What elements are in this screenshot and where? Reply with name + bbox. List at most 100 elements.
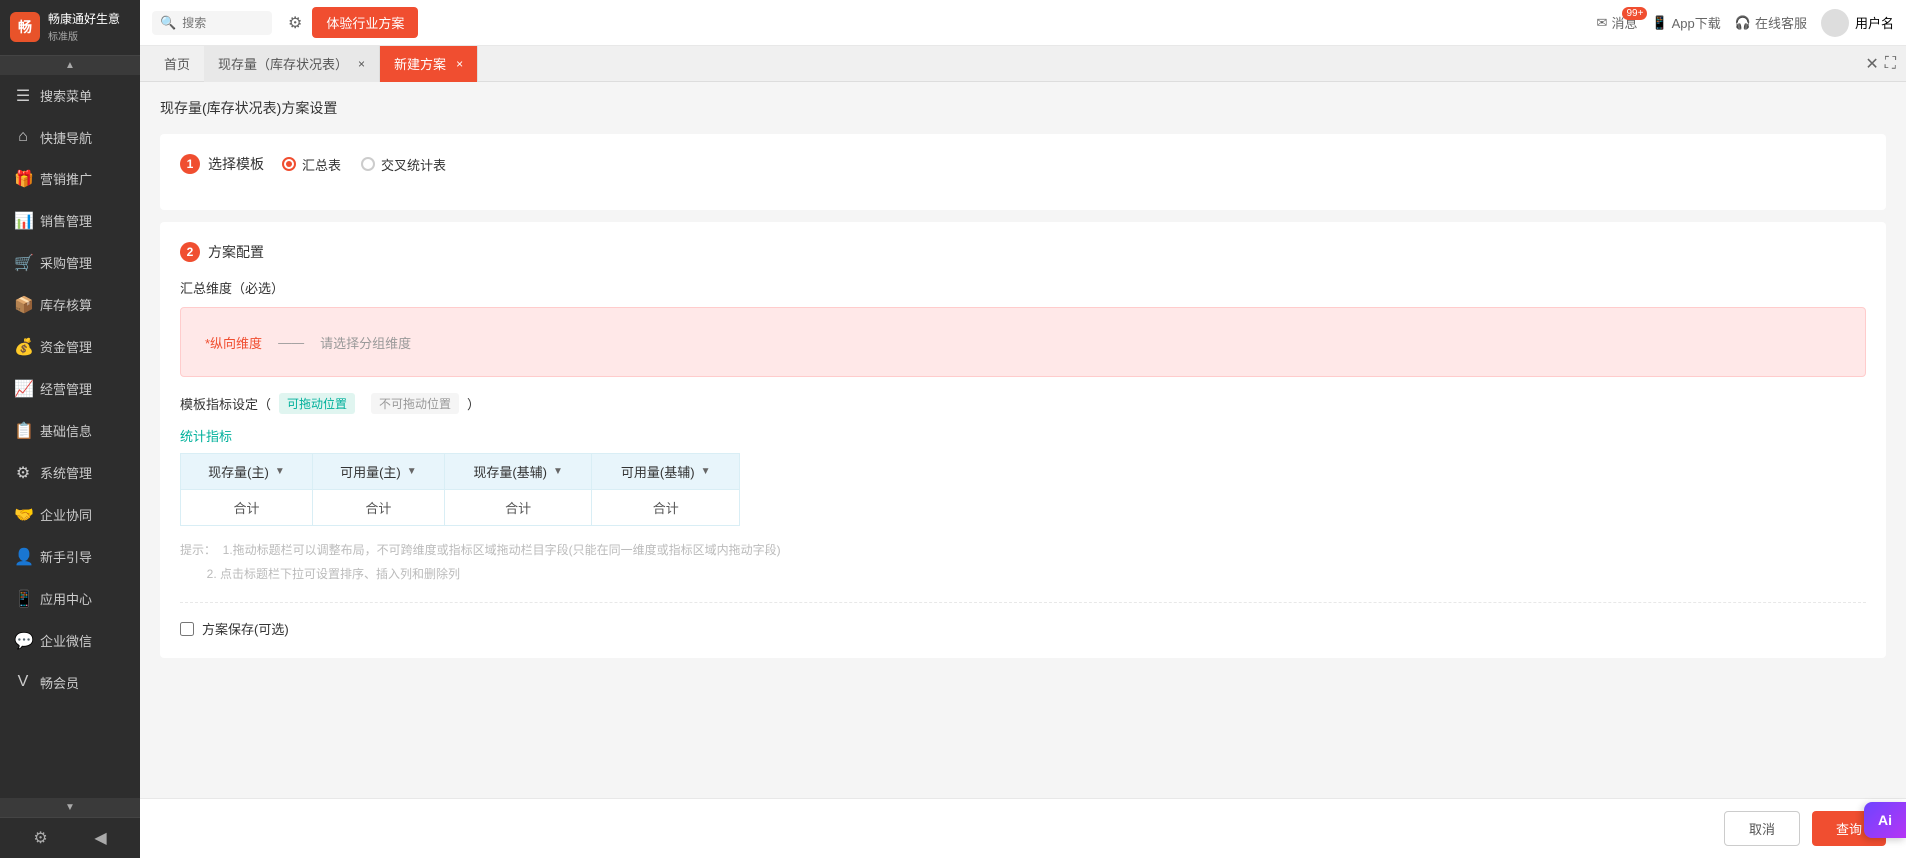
tab-home[interactable]: 首页 bbox=[150, 46, 204, 82]
sidebar-item-marketing[interactable]: 🎁 营销推广 bbox=[0, 158, 140, 200]
phone-icon: 📱 bbox=[1651, 15, 1667, 31]
gear-icon[interactable]: ⚙ bbox=[288, 13, 302, 33]
sidebar-item-enterprise[interactable]: 🤝 企业协同 bbox=[0, 494, 140, 536]
chevron-down-icon-2[interactable]: ▼ bbox=[553, 466, 563, 477]
chevron-down-icon-0[interactable]: ▼ bbox=[275, 466, 285, 477]
sidebar-item-label: 畅会员 bbox=[40, 673, 79, 692]
stats-section: 统计指标 现存量(主) ▼ 可用量 bbox=[180, 426, 1866, 526]
table-header-2[interactable]: 现存量(基辅) ▼ bbox=[444, 454, 592, 490]
indicator-label: 模板指标设定（ 可拖动位置 不可拖动位置 ） bbox=[180, 393, 1866, 414]
search-input[interactable] bbox=[182, 16, 262, 30]
radio-cross-label: 交叉统计表 bbox=[381, 155, 446, 174]
topbar-right: ✉ 消息 99+ 📱 App下载 🎧 在线客服 用户名 bbox=[1597, 9, 1894, 37]
section1-header: 1 选择模板 汇总表 交叉统计表 bbox=[180, 154, 1866, 174]
sidebar-item-purchase[interactable]: 🛒 采购管理 bbox=[0, 242, 140, 284]
sidebar-item-basic-info[interactable]: 📋 基础信息 bbox=[0, 410, 140, 452]
marketing-icon: 🎁 bbox=[14, 169, 32, 189]
industry-btn[interactable]: 体验行业方案 bbox=[312, 7, 418, 38]
no-drag-badge: 不可拖动位置 bbox=[371, 393, 459, 414]
dimension-required-star: *纵向维度 bbox=[205, 333, 262, 352]
sidebar-item-enterprise-wechat[interactable]: 💬 企业微信 bbox=[0, 620, 140, 662]
sidebar-item-label: 库存核算 bbox=[40, 295, 92, 314]
dimension-required-label: 汇总维度（必选） bbox=[180, 278, 1866, 297]
dimension-dash: —— bbox=[278, 335, 304, 350]
sidebar-footer: ⚙ ◀ bbox=[0, 817, 140, 858]
table-row: 合计 合计 合计 合计 bbox=[181, 490, 740, 526]
indicator-settings: 模板指标设定（ 可拖动位置 不可拖动位置 ） bbox=[180, 393, 1866, 414]
sidebar-item-label: 企业协同 bbox=[40, 505, 92, 524]
sidebar-item-label: 销售管理 bbox=[40, 211, 92, 230]
settings-icon[interactable]: ⚙ bbox=[33, 828, 47, 848]
sidebar-item-inventory[interactable]: 📦 库存核算 bbox=[0, 284, 140, 326]
dimension-placeholder: 请选择分组维度 bbox=[320, 333, 411, 352]
basic-info-icon: 📋 bbox=[14, 421, 32, 441]
table-header-3[interactable]: 可用量(基辅) ▼ bbox=[592, 454, 740, 490]
toggle-icon[interactable]: ◀ bbox=[94, 828, 106, 848]
indicator-label-text: 模板指标设定（ bbox=[180, 394, 271, 413]
username: 用户名 bbox=[1855, 13, 1894, 32]
save-option: 方案保存(可选) bbox=[180, 619, 1866, 638]
tab-inventory-close[interactable]: × bbox=[358, 57, 365, 71]
sidebar-item-operations[interactable]: 📈 经营管理 bbox=[0, 368, 140, 410]
app-center-icon: 📱 bbox=[14, 589, 32, 609]
sidebar-scroll-up[interactable]: ▲ bbox=[0, 56, 140, 75]
sidebar-item-label: 资金管理 bbox=[40, 337, 92, 356]
section1-title: 选择模板 bbox=[208, 154, 264, 174]
user-area[interactable]: 用户名 bbox=[1821, 9, 1894, 37]
ai-button[interactable]: Ai bbox=[1864, 802, 1906, 838]
dimension-area[interactable]: *纵向维度 —— 请选择分组维度 bbox=[180, 307, 1866, 377]
sidebar-item-vip[interactable]: V 畅会员 bbox=[0, 662, 140, 703]
sidebar-item-new-guide[interactable]: 👤 新手引导 bbox=[0, 536, 140, 578]
finance-icon: 💰 bbox=[14, 337, 32, 357]
tab-close-all[interactable]: ✕ bbox=[1865, 54, 1878, 74]
sidebar-scroll-down[interactable]: ▼ bbox=[0, 798, 140, 817]
table-header-0[interactable]: 现存量(主) ▼ bbox=[181, 454, 313, 490]
radio-cross[interactable]: 交叉统计表 bbox=[361, 155, 446, 174]
footer-bar: 取消 查询 bbox=[140, 798, 1906, 858]
table-cell-0-2: 合计 bbox=[444, 490, 592, 526]
divider bbox=[180, 602, 1866, 603]
sidebar-logo: 畅 畅康通好生意 标准版 bbox=[0, 0, 140, 56]
table-header-1[interactable]: 可用量(主) ▼ bbox=[312, 454, 444, 490]
chevron-down-icon-3[interactable]: ▼ bbox=[701, 466, 711, 477]
sidebar-item-search-menu[interactable]: ☰ 搜索菜单 bbox=[0, 75, 140, 117]
save-checkbox[interactable] bbox=[180, 622, 194, 636]
new-guide-icon: 👤 bbox=[14, 547, 32, 567]
inventory-icon: 📦 bbox=[14, 295, 32, 315]
service-label: 在线客服 bbox=[1755, 13, 1807, 32]
col-header-label-1: 可用量(主) bbox=[340, 462, 401, 481]
stats-table: 现存量(主) ▼ 可用量(主) ▼ bbox=[180, 453, 740, 526]
quick-nav-icon: ⌂ bbox=[14, 128, 32, 146]
sidebar-item-label: 企业微信 bbox=[40, 631, 92, 650]
section2-header: 2 方案配置 bbox=[180, 242, 1866, 262]
sidebar-item-system[interactable]: ⚙ 系统管理 bbox=[0, 452, 140, 494]
radio-summary[interactable]: 汇总表 bbox=[282, 155, 341, 174]
stats-section-title: 统计指标 bbox=[180, 426, 1866, 445]
topbar-search[interactable]: 🔍 bbox=[152, 11, 272, 35]
tab-inventory[interactable]: 现存量（库存状况表） × bbox=[204, 46, 380, 82]
message-btn[interactable]: ✉ 消息 99+ bbox=[1597, 13, 1638, 32]
radio-cross-dot[interactable] bbox=[361, 157, 375, 171]
sidebar-item-finance[interactable]: 💰 资金管理 bbox=[0, 326, 140, 368]
section2-title: 方案配置 bbox=[208, 242, 264, 262]
save-label: 方案保存(可选) bbox=[202, 619, 289, 638]
tab-new-plan-close[interactable]: × bbox=[456, 57, 463, 71]
drag-badge: 可拖动位置 bbox=[279, 393, 355, 414]
app-download-btn[interactable]: 📱 App下载 bbox=[1651, 13, 1720, 32]
sidebar-item-quick-nav[interactable]: ⌂ 快捷导航 bbox=[0, 117, 140, 158]
sidebar-item-label: 系统管理 bbox=[40, 463, 92, 482]
sidebar-item-label: 基础信息 bbox=[40, 421, 92, 440]
search-icon: 🔍 bbox=[160, 15, 176, 31]
cancel-button[interactable]: 取消 bbox=[1724, 811, 1800, 846]
sidebar-item-app-center[interactable]: 📱 应用中心 bbox=[0, 578, 140, 620]
tip-1: 提示： 1.拖动标题栏可以调整布局，不可跨维度或指标区域拖动栏目字段(只能在同一… bbox=[180, 538, 1866, 562]
tab-new-plan[interactable]: 新建方案 × bbox=[380, 46, 478, 82]
app-label: App下载 bbox=[1672, 13, 1721, 32]
tab-expand[interactable]: ⛶ bbox=[1885, 55, 1896, 73]
message-badge: 99+ bbox=[1622, 7, 1647, 20]
chevron-down-icon-1[interactable]: ▼ bbox=[407, 466, 417, 477]
radio-summary-dot[interactable] bbox=[282, 157, 296, 171]
online-service-btn[interactable]: 🎧 在线客服 bbox=[1735, 13, 1807, 32]
sidebar-item-sales[interactable]: 📊 销售管理 bbox=[0, 200, 140, 242]
radio-summary-label: 汇总表 bbox=[302, 155, 341, 174]
